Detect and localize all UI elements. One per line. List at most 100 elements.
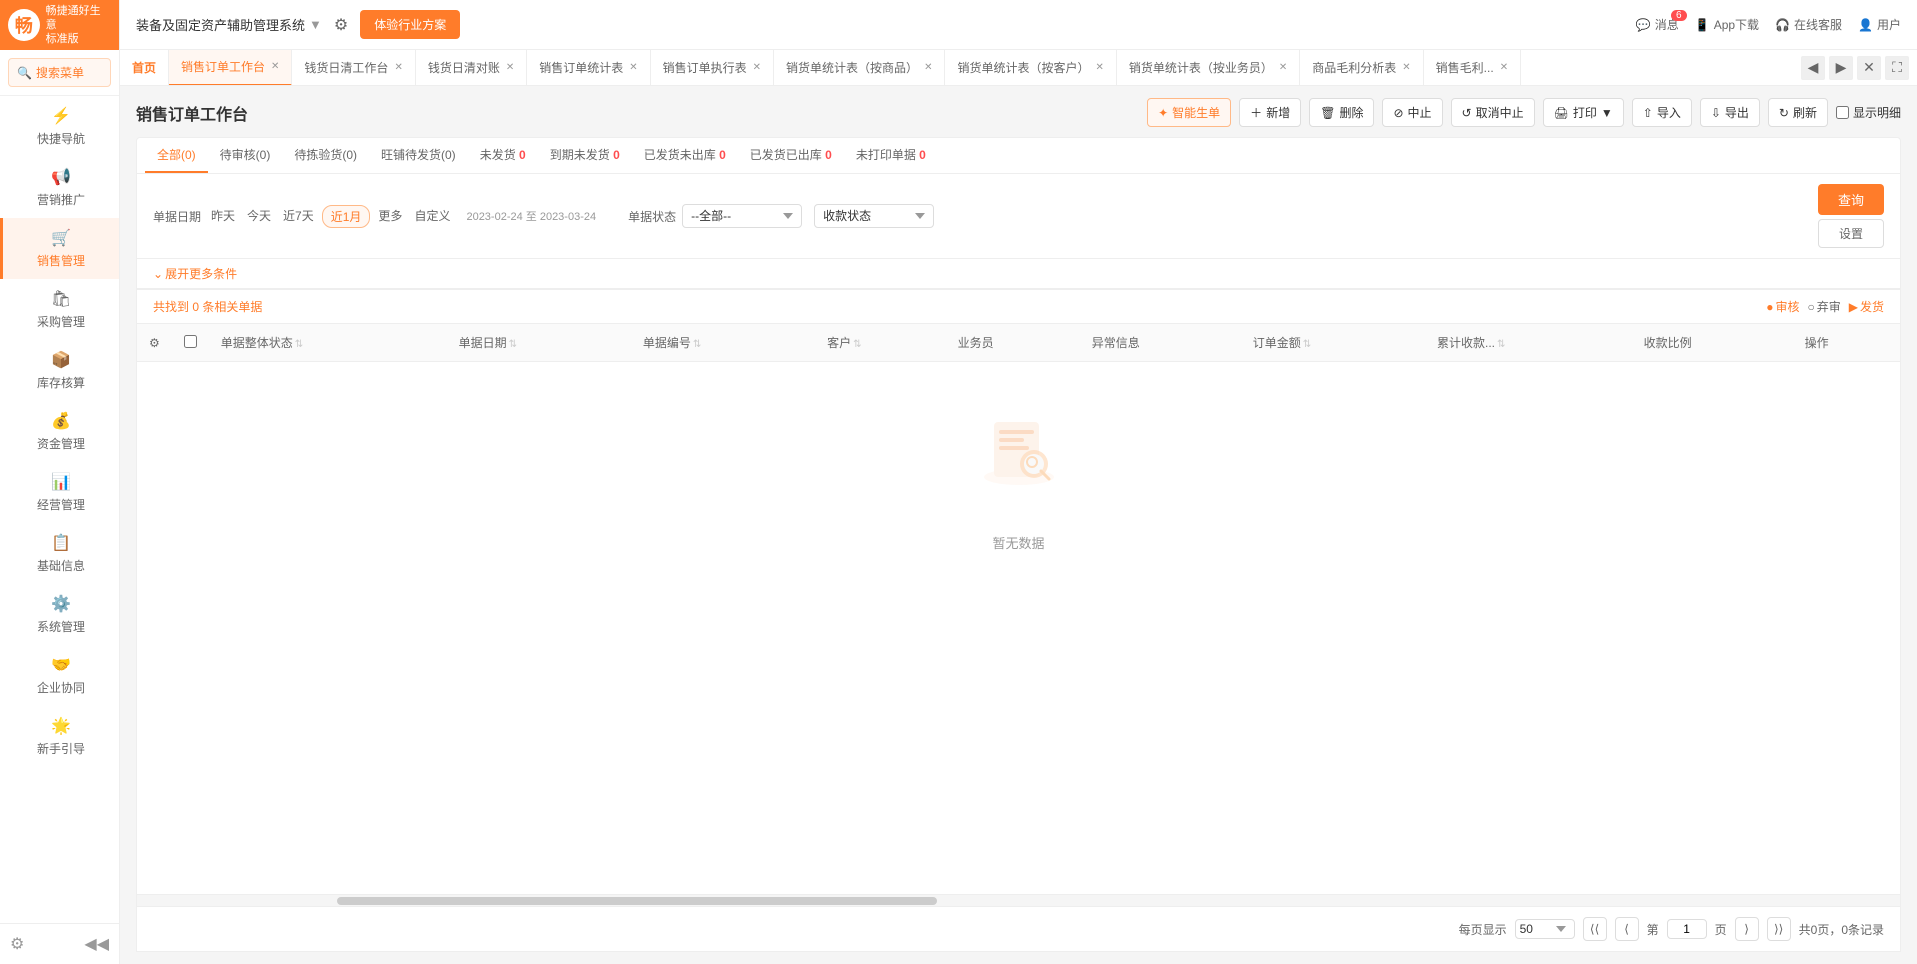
per-page-select[interactable]: 10 20 50 100 xyxy=(1515,919,1575,939)
filter-tab-shipped-out[interactable]: 已发货已出库 0 xyxy=(738,138,844,173)
page-first-button[interactable]: ⟨⟨ xyxy=(1583,917,1607,941)
expand-button[interactable]: ⌄ 展开更多条件 xyxy=(153,265,1884,282)
message-item[interactable]: 💬 消息 6 xyxy=(1636,16,1679,33)
tab-sales-more[interactable]: 销售毛利... ✕ xyxy=(1424,50,1521,86)
op-revoke-button[interactable]: ○ 弃审 xyxy=(1807,298,1840,315)
page-prev-button[interactable]: ⟨ xyxy=(1615,917,1639,941)
smart-generate-button[interactable]: ✦ 智能生单 xyxy=(1147,98,1231,127)
page-next-button[interactable]: ⟩ xyxy=(1735,917,1759,941)
sidebar-item-sales[interactable]: 🛒 销售管理 xyxy=(0,218,119,279)
date-opt-more[interactable]: 更多 xyxy=(374,205,406,228)
sidebar-item-purchase[interactable]: 🛍 采购管理 xyxy=(0,279,119,340)
date-opt-7days[interactable]: 近7天 xyxy=(279,205,318,228)
sidebar-item-basic[interactable]: 📋 基础信息 xyxy=(0,523,119,584)
tab-sales-sum-client[interactable]: 销货单统计表（按客户） ✕ xyxy=(945,50,1116,86)
filter-tab-expired[interactable]: 到期未发货 0 xyxy=(538,138,632,173)
tab-fullscreen[interactable]: ⛶ xyxy=(1885,56,1909,80)
tab-cash-reconcile[interactable]: 钱货日清对账 ✕ xyxy=(416,50,527,86)
stop-button[interactable]: ⊘ 中止 xyxy=(1382,98,1442,127)
payment-select[interactable]: 收款状态 xyxy=(814,204,934,228)
date-opt-1month[interactable]: 近1月 xyxy=(322,205,371,228)
topbar-settings-icon[interactable]: ⚙ xyxy=(334,15,348,35)
tab-close-sales-sum-product[interactable]: ✕ xyxy=(924,62,932,73)
page-last-button[interactable]: ⟩⟩ xyxy=(1767,917,1791,941)
tab-close-sales-sum-staff[interactable]: ✕ xyxy=(1279,62,1287,73)
sidebar-item-guide[interactable]: 🌟 新手引导 xyxy=(0,706,119,767)
app-download-item[interactable]: 📱 App下载 xyxy=(1695,16,1759,33)
cancel-stop-button[interactable]: ↺ 取消中止 xyxy=(1451,98,1535,127)
status-select[interactable]: --全部-- xyxy=(682,204,802,228)
tab-close-cash-reconcile[interactable]: ✕ xyxy=(506,62,514,73)
collapse-icon[interactable]: ◀◀ xyxy=(84,934,109,954)
tab-sales-sum-product[interactable]: 销货单统计表（按商品） ✕ xyxy=(774,50,945,86)
sidebar-item-marketing[interactable]: 📢 营销推广 xyxy=(0,157,119,218)
import-button[interactable]: ⇧ 导入 xyxy=(1632,98,1692,127)
tab-nav-next[interactable]: ▶ xyxy=(1829,56,1853,80)
filter-tab-wangpu[interactable]: 旺铺待发货(0) xyxy=(369,138,468,173)
sort-status-icon[interactable]: ⇅ xyxy=(295,339,303,350)
set-button[interactable]: 设置 xyxy=(1818,219,1884,248)
filter-tab-not-shipped[interactable]: 未发货 0 xyxy=(468,138,538,173)
sort-client-icon[interactable]: ⇅ xyxy=(853,339,861,350)
sidebar-item-inventory[interactable]: 📦 库存核算 xyxy=(0,340,119,401)
print-button[interactable]: 🖨 打印 ▼ xyxy=(1543,98,1624,127)
tab-close-sales-sum-client[interactable]: ✕ xyxy=(1095,62,1103,73)
show-detail-input[interactable] xyxy=(1836,106,1849,119)
tab-gross-margin[interactable]: 商品毛利分析表 ✕ xyxy=(1300,50,1423,86)
sidebar-item-quicknav[interactable]: ⚡ 快捷导航 xyxy=(0,96,119,157)
show-detail-checkbox[interactable]: 显示明细 xyxy=(1836,104,1901,121)
sales-exec-tab-label: 销售订单执行表 xyxy=(663,59,747,76)
tab-sales-stats[interactable]: 销售订单统计表 ✕ xyxy=(527,50,650,86)
date-opt-yesterday[interactable]: 昨天 xyxy=(207,205,239,228)
select-all-checkbox[interactable] xyxy=(184,335,197,348)
online-service-item[interactable]: 🎧 在线客服 xyxy=(1775,16,1842,33)
tab-home[interactable]: 首页 xyxy=(120,50,169,86)
tab-close-all[interactable]: ✕ xyxy=(1857,56,1881,80)
add-button[interactable]: ＋ 新增 xyxy=(1239,98,1301,127)
filter-tab-not-printed[interactable]: 未打印单据 0 xyxy=(844,138,938,173)
sort-received-icon[interactable]: ⇅ xyxy=(1497,339,1505,350)
sort-number-icon[interactable]: ⇅ xyxy=(693,339,701,350)
sidebar-item-enterprise[interactable]: 🤝 企业协同 xyxy=(0,645,119,706)
sidebar-item-system[interactable]: ⚙️ 系统管理 xyxy=(0,584,119,645)
settings-icon[interactable]: ⚙ xyxy=(10,934,24,954)
filter-tab-all[interactable]: 全部(0) xyxy=(145,138,208,173)
tab-close-sales-order[interactable]: ✕ xyxy=(271,61,279,72)
tab-sales-exec[interactable]: 销售订单执行表 ✕ xyxy=(651,50,774,86)
scrollbar-thumb[interactable] xyxy=(337,897,937,905)
delete-button[interactable]: 🗑 删除 xyxy=(1309,98,1374,127)
sidebar-search[interactable]: 🔍 搜索菜单 xyxy=(0,50,119,96)
filter-tab-pending[interactable]: 待审核(0) xyxy=(208,138,283,173)
filter-tab-shipped-not-out[interactable]: 已发货未出库 0 xyxy=(632,138,738,173)
query-button[interactable]: 查询 xyxy=(1818,184,1884,215)
search-icon: 🔍 xyxy=(17,66,32,80)
op-ship-button[interactable]: ▶ 发货 xyxy=(1849,298,1884,315)
system-icon: ⚙️ xyxy=(51,594,71,614)
sidebar-item-finance[interactable]: 💰 资金管理 xyxy=(0,401,119,462)
tab-close-sales-more[interactable]: ✕ xyxy=(1500,62,1508,73)
tab-nav-prev[interactable]: ◀ xyxy=(1801,56,1825,80)
sort-amount-icon[interactable]: ⇅ xyxy=(1303,339,1311,350)
sort-date-icon[interactable]: ⇅ xyxy=(509,339,517,350)
page-number-input[interactable] xyxy=(1667,919,1707,939)
search-menu-button[interactable]: 🔍 搜索菜单 xyxy=(8,58,111,87)
tab-close-cash-daily[interactable]: ✕ xyxy=(394,62,402,73)
sidebar-item-operations[interactable]: 📊 经营管理 xyxy=(0,462,119,523)
tab-close-gross-margin[interactable]: ✕ xyxy=(1402,62,1410,73)
th-settings[interactable]: ⚙ xyxy=(137,324,172,362)
date-opt-custom[interactable]: 自定义 xyxy=(410,205,454,228)
tab-sales-order[interactable]: 销售订单工作台 ✕ xyxy=(169,50,292,86)
refresh-button[interactable]: ↻ 刷新 xyxy=(1768,98,1828,127)
tab-cash-daily[interactable]: 钱货日清工作台 ✕ xyxy=(292,50,415,86)
tab-sales-sum-staff[interactable]: 销货单统计表（按业务员） ✕ xyxy=(1117,50,1300,86)
tab-close-sales-exec[interactable]: ✕ xyxy=(753,62,761,73)
experience-button[interactable]: 体验行业方案 xyxy=(360,10,460,39)
tab-close-sales-stats[interactable]: ✕ xyxy=(629,62,637,73)
date-opt-today[interactable]: 今天 xyxy=(243,205,275,228)
export-button[interactable]: ⇩ 导出 xyxy=(1700,98,1760,127)
filter-tab-pending-check[interactable]: 待拣验货(0) xyxy=(282,138,369,173)
op-audit-button[interactable]: ● 审核 xyxy=(1766,298,1799,315)
horizontal-scrollbar[interactable] xyxy=(137,894,1900,906)
th-checkbox[interactable] xyxy=(172,324,209,362)
user-item[interactable]: 👤 用户 xyxy=(1858,16,1901,33)
